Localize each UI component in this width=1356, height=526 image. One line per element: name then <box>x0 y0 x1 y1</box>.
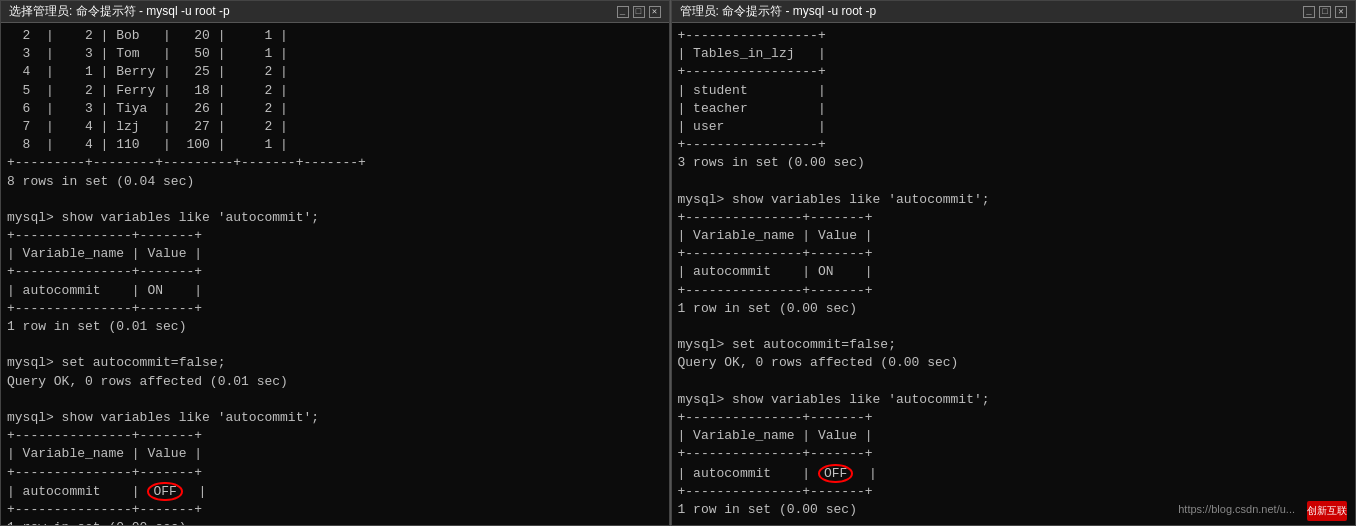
left-off-highlight: OFF <box>147 482 182 502</box>
right-close-button[interactable]: ✕ <box>1335 6 1347 18</box>
right-terminal: 管理员: 命令提示符 - mysql -u root -p _ □ ✕ +---… <box>671 0 1357 526</box>
left-minimize-button[interactable]: _ <box>617 6 629 18</box>
right-off-highlight: OFF <box>818 464 853 484</box>
left-terminal-content: 2 | 2 | Bob | 20 | 1 | 3 | 3 | Tom | 50 … <box>1 23 669 525</box>
left-terminal: 选择管理员: 命令提示符 - mysql -u root -p _ □ ✕ 2 … <box>0 0 670 526</box>
csdn-badge: 创新互联 <box>1307 501 1347 521</box>
left-title-bar: 选择管理员: 命令提示符 - mysql -u root -p _ □ ✕ <box>1 1 669 23</box>
left-window-title: 选择管理员: 命令提示符 - mysql -u root -p <box>9 3 230 20</box>
watermark: https://blog.csdn.net/u... <box>1178 502 1295 517</box>
left-maximize-button[interactable]: □ <box>633 6 645 18</box>
left-content-text: 2 | 2 | Bob | 20 | 1 | 3 | 3 | Tom | 50 … <box>7 28 366 525</box>
left-close-button[interactable]: ✕ <box>649 6 661 18</box>
right-minimize-button[interactable]: _ <box>1303 6 1315 18</box>
right-terminal-content: +-----------------+ | Tables_in_lzj | +-… <box>672 23 1356 525</box>
right-window-title: 管理员: 命令提示符 - mysql -u root -p <box>680 3 877 20</box>
right-maximize-button[interactable]: □ <box>1319 6 1331 18</box>
right-window-controls[interactable]: _ □ ✕ <box>1303 6 1347 18</box>
right-content-text: +-----------------+ | Tables_in_lzj | +-… <box>678 28 990 525</box>
right-title-bar: 管理员: 命令提示符 - mysql -u root -p _ □ ✕ <box>672 1 1356 23</box>
left-window-controls[interactable]: _ □ ✕ <box>617 6 661 18</box>
